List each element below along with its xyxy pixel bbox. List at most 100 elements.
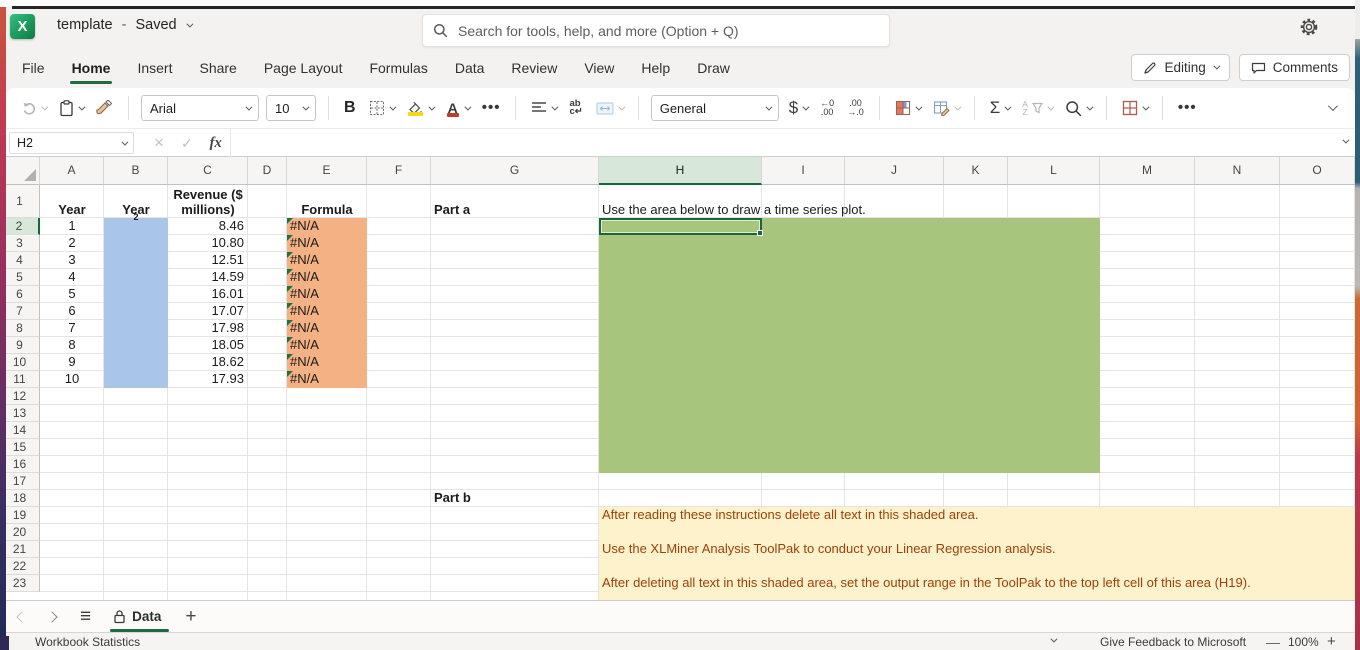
column-header-F[interactable]: F [367,157,431,185]
cell-C3[interactable]: 10.80 [168,235,248,252]
tab-review[interactable]: Review [511,48,557,88]
tab-help[interactable]: Help [641,48,670,88]
cell-A4[interactable]: 3 [40,252,104,269]
column-header-G[interactable]: G [431,157,599,185]
number-format-select[interactable]: General [650,95,779,121]
feedback-link[interactable]: Give Feedback to Microsoft [1100,635,1246,649]
cell-E9[interactable]: #N/A [287,337,367,354]
cell-A8[interactable]: 7 [40,320,104,337]
cell-A7[interactable]: 6 [40,303,104,320]
cell-A9[interactable]: 8 [40,337,104,354]
cells-button[interactable] [1119,94,1150,122]
confirm-entry-icon[interactable]: ✓ [181,135,193,152]
save-status[interactable]: Saved [135,17,176,33]
row-header-11[interactable]: 11 [0,371,40,388]
cell-A2[interactable]: 1 [40,218,104,235]
alignment-chevron-icon[interactable] [551,103,559,111]
formula-input[interactable] [230,129,1330,157]
cell-E2[interactable]: #N/A [287,218,367,235]
document-title[interactable]: template [57,17,113,33]
row-header-20[interactable]: 20 [0,524,40,541]
column-header-O[interactable]: O [1280,157,1355,185]
column-header-B[interactable]: B [104,157,168,185]
row-header-23[interactable]: 23 [0,575,40,592]
search-bar[interactable] [422,14,890,47]
row-header-4[interactable]: 4 [0,252,40,269]
row-header-8[interactable]: 8 [0,320,40,337]
cell-E11[interactable]: #N/A [287,371,367,388]
column-header-A[interactable]: A [40,157,104,185]
cell-A10[interactable]: 9 [40,354,104,371]
column-header-I[interactable]: I [762,157,845,185]
borders-button[interactable] [366,94,397,122]
more-commands-button[interactable]: ••• [1175,94,1200,122]
paste-button[interactable] [56,94,86,122]
zoom-out-button[interactable]: — [1266,634,1280,650]
row-header-9[interactable]: 9 [0,337,40,354]
column-header-N[interactable]: N [1195,157,1280,185]
row-header-15[interactable]: 15 [0,439,40,456]
font-name-select[interactable]: Arial [141,95,259,121]
borders-chevron-icon[interactable] [388,103,397,111]
all-sheets-menu-icon[interactable]: ≡ [80,602,91,632]
row-header-3[interactable]: 3 [0,235,40,252]
font-color-chevron-icon[interactable] [464,103,472,111]
conditional-formatting-chevron-icon[interactable] [915,103,923,111]
column-header-H[interactable]: H [599,157,762,185]
zoom-level[interactable]: 100% [1288,635,1319,649]
add-sheet-button[interactable]: + [185,603,196,631]
row-header-22[interactable]: 22 [0,558,40,575]
tab-share[interactable]: Share [199,48,236,88]
zoom-in-button[interactable]: + [1327,633,1336,650]
cell-C8[interactable]: 17.98 [168,320,248,337]
cell-E10[interactable]: #N/A [287,354,367,371]
cell-C5[interactable]: 14.59 [168,269,248,286]
tab-page-layout[interactable]: Page Layout [264,48,343,88]
tab-insert[interactable]: Insert [137,48,172,88]
cell-C10[interactable]: 18.62 [168,354,248,371]
cell-E4[interactable]: #N/A [287,252,367,269]
row-header-5[interactable]: 5 [0,269,40,286]
cell-H23[interactable]: After deleting all text in this shaded a… [599,575,1251,592]
cell-C4[interactable]: 12.51 [168,252,248,269]
undo-button[interactable] [18,94,49,122]
cell-E5[interactable]: #N/A [287,269,367,286]
cell-E3[interactable]: #N/A [287,235,367,252]
cell-H1[interactable]: Use the area below to draw a time series… [599,185,866,218]
cell-E1[interactable]: Formula [287,185,367,218]
workbook-statistics-button[interactable]: Workbook Statistics [35,635,140,649]
excel-logo-icon[interactable]: X [10,14,35,39]
currency-format-button[interactable]: $ [786,94,810,122]
cell-C2[interactable]: 8.46 [168,218,248,235]
cell-A1[interactable]: Year [40,185,104,218]
format-painter-button[interactable] [93,94,116,122]
row-header-13[interactable]: 13 [0,405,40,422]
sheet-tab-data[interactable]: Data [110,601,170,633]
column-header-K[interactable]: K [944,157,1008,185]
cell-E6[interactable]: #N/A [287,286,367,303]
cancel-entry-icon[interactable]: × [154,130,164,156]
format-as-table-button[interactable] [930,94,962,122]
row-header-18[interactable]: 18 [0,490,40,507]
autosum-chevron-icon[interactable] [1004,103,1012,111]
insert-function-icon[interactable]: fx [210,135,222,152]
settings-gear-icon[interactable] [1298,16,1320,38]
row-header-16[interactable]: 16 [0,456,40,473]
decrease-decimal-button[interactable]: .00 →.0 [844,94,867,122]
cell-A3[interactable]: 2 [40,235,104,252]
cell-B1[interactable]: Year 2 [104,185,168,222]
increase-decimal-button[interactable]: ←0.00 [817,94,837,122]
column-header-L[interactable]: L [1008,157,1100,185]
tab-formulas[interactable]: Formulas [369,48,427,88]
column-header-E[interactable]: E [287,157,367,185]
conditional-formatting-button[interactable] [892,94,923,122]
save-status-chevron-icon[interactable] [185,20,194,28]
alignment-button[interactable] [528,94,559,122]
currency-chevron-icon[interactable] [802,103,810,111]
comments-button[interactable]: Comments [1238,54,1350,81]
column-header-M[interactable]: M [1100,157,1195,185]
collapse-ribbon-chevron-icon[interactable] [1327,101,1338,112]
cell-E7[interactable]: #N/A [287,303,367,320]
name-box-chevron-icon[interactable] [121,138,129,146]
cell-H19[interactable]: After reading these instructions delete … [599,507,979,524]
